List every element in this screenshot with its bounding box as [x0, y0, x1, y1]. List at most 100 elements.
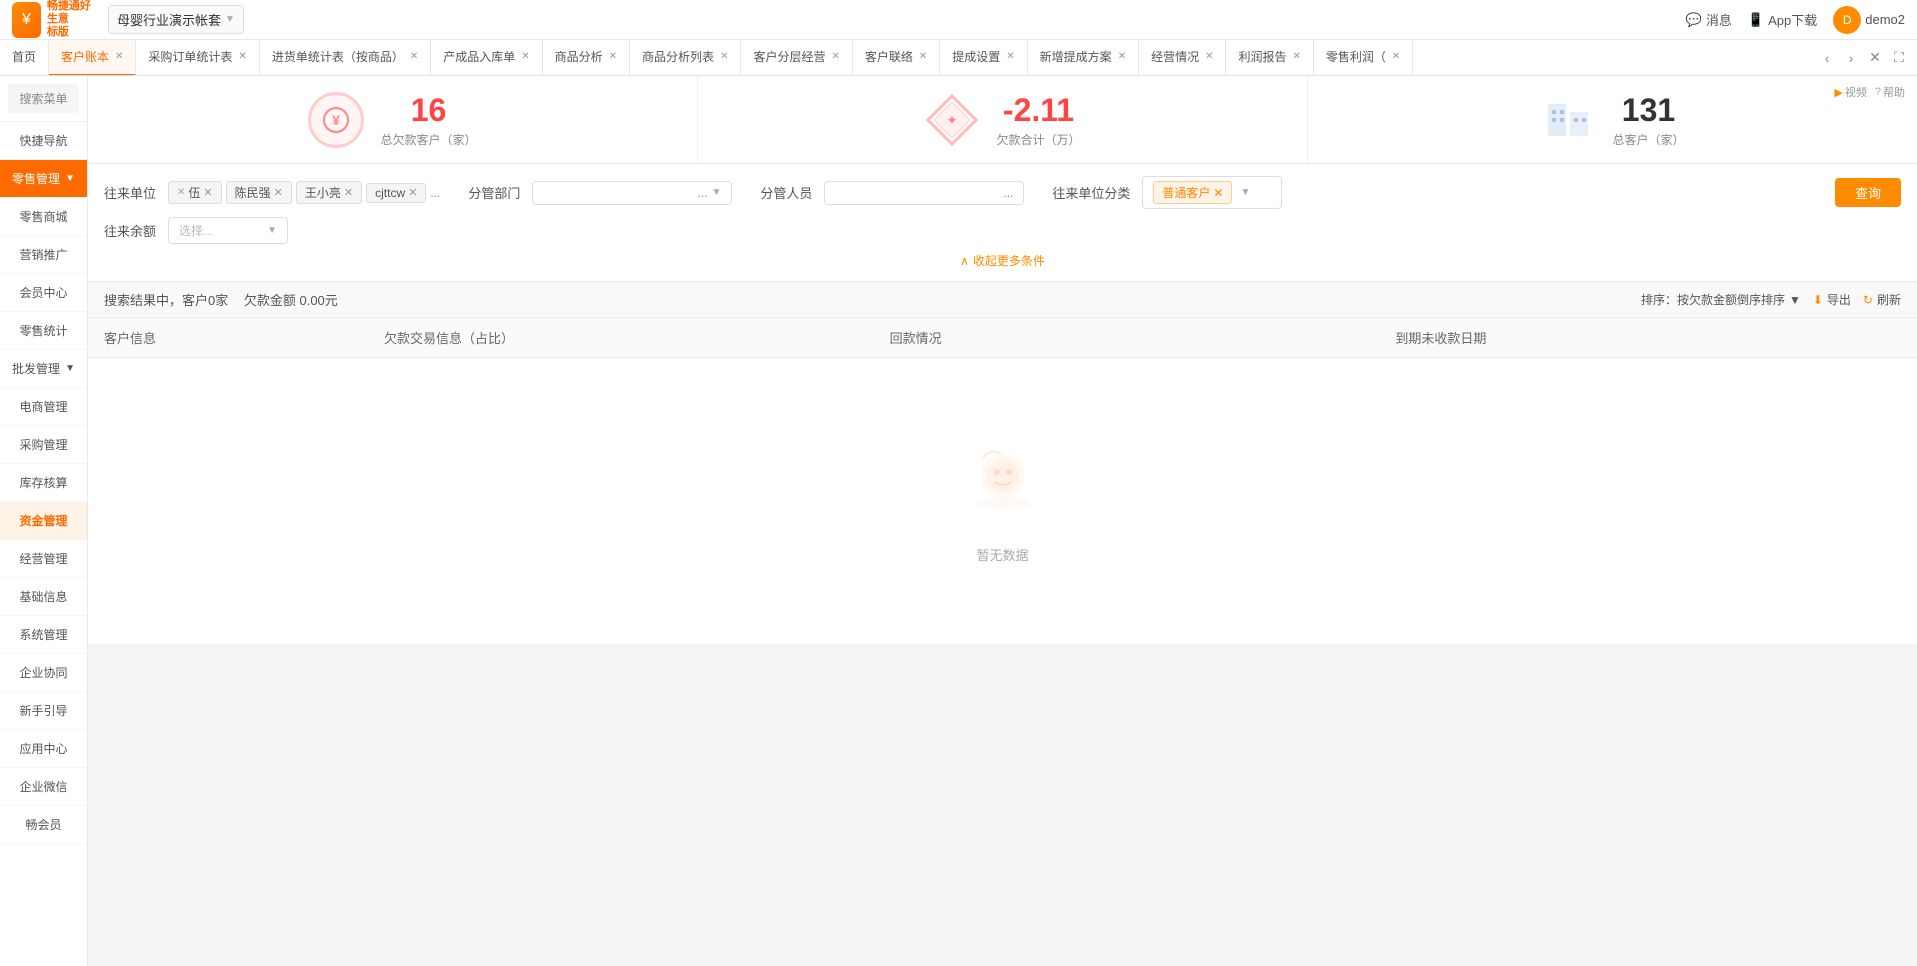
unit-category-label: 往来单位分类 — [1052, 183, 1130, 202]
total-debt-customers-label: 总欠款客户（家） — [380, 131, 476, 148]
person-select[interactable]: ... — [824, 181, 1024, 205]
store-selector[interactable]: 母婴行业演示帐套 ▼ — [108, 5, 244, 34]
refresh-button[interactable]: ↻ 刷新 — [1863, 291, 1901, 308]
sidebar-item-app-center[interactable]: 应用中心 — [0, 730, 87, 768]
tab-fullscreen[interactable]: ⛶ — [1889, 48, 1909, 68]
logo-icon: ¥ — [12, 2, 41, 38]
tab-promotion-settings[interactable]: 提成设置 ✕ — [940, 40, 1027, 76]
sidebar-item-quick-nav[interactable]: 快捷导航 — [0, 122, 87, 160]
sidebar-item-operations-mgmt[interactable]: 经营管理 — [0, 540, 87, 578]
remove-category-tag[interactable]: ✕ — [1213, 186, 1223, 200]
filter-row-2: 往来余额 选择... ▼ — [104, 217, 1901, 244]
help-link[interactable]: ? 帮助 — [1875, 84, 1905, 100]
sidebar-item-retail-mall[interactable]: 零售商城 — [0, 198, 87, 236]
empty-icon — [963, 438, 1043, 533]
sidebar-item-retail-mgmt[interactable]: 零售管理 ▼ — [0, 160, 87, 198]
tab-close-goods-analysis-list[interactable]: ✕ — [720, 51, 728, 62]
sidebar-item-wholesale-mgmt[interactable]: 批发管理 ▼ — [0, 350, 87, 388]
tab-new-promotion[interactable]: 新增提成方案 ✕ — [1028, 40, 1139, 76]
tab-retail-profit[interactable]: 零售利润（ ✕ — [1314, 40, 1413, 76]
tab-close-promotion-settings[interactable]: ✕ — [1006, 51, 1014, 62]
tab-production[interactable]: 产成品入库单 ✕ — [431, 40, 542, 76]
tab-scroll-right[interactable]: › — [1841, 48, 1861, 68]
total-debt-customers-number: 16 — [380, 92, 476, 129]
tab-goods-analysis-list[interactable]: 商品分析列表 ✕ — [630, 40, 741, 76]
sidebar-item-purchase[interactable]: 采购管理 — [0, 426, 87, 464]
remove-cjttcw-tag[interactable]: ✕ — [408, 186, 417, 199]
filter-tags-unit: ✕ 伍 ✕ 陈民强 ✕ 王小亮 ✕ cjttcw ✕ — [168, 181, 440, 204]
empty-text: 暂无数据 — [976, 545, 1028, 564]
tab-close-profit-report[interactable]: ✕ — [1293, 51, 1301, 62]
tab-customer-tier[interactable]: 客户分层经营 ✕ — [741, 40, 852, 76]
total-debt-amount-number: -2.11 — [996, 92, 1080, 129]
topbar: ¥ 畅捷通好生意 标版 母婴行业演示帐套 ▼ 💬 消息 📱 App下载 D de… — [0, 0, 1917, 40]
tab-close-customer-tier[interactable]: ✕ — [831, 51, 839, 62]
sidebar-item-ecommerce[interactable]: 电商管理 — [0, 388, 87, 426]
tab-close-goods-analysis[interactable]: ✕ — [609, 51, 617, 62]
tab-goods-analysis[interactable]: 商品分析 ✕ — [543, 40, 630, 76]
tab-close-purchase-order[interactable]: ✕ — [238, 51, 246, 62]
col-due-date: 到期未收款日期 — [1395, 328, 1901, 347]
tab-customer-contact[interactable]: 客户联络 ✕ — [853, 40, 940, 76]
chevron-down-icon: ▼ — [225, 14, 235, 25]
sidebar-item-membership[interactable]: 畅会员 — [0, 806, 87, 844]
sidebar-item-enterprise-wechat[interactable]: 企业微信 — [0, 768, 87, 806]
table-header: 客户信息 欠款交易信息（占比） 回款情况 到期未收款日期 — [88, 318, 1917, 358]
filters-area: 往来单位 ✕ 伍 ✕ 陈民强 ✕ 王小亮 ✕ — [88, 164, 1917, 282]
remove-wang-tag[interactable]: ✕ — [344, 186, 353, 199]
user-menu[interactable]: D demo2 — [1833, 6, 1905, 34]
sidebar-item-member-center[interactable]: 会员中心 — [0, 274, 87, 312]
building-icon — [1540, 92, 1596, 148]
dept-more-icon[interactable]: ... — [697, 186, 707, 200]
tab-close-customer-contact[interactable]: ✕ — [919, 51, 927, 62]
export-icon: ⬇ — [1813, 293, 1823, 307]
tab-inbound-stats[interactable]: 进货单统计表（按商品） ✕ — [260, 40, 431, 76]
tab-purchase-order[interactable]: 采购订单统计表 ✕ — [136, 40, 259, 76]
tab-close-production[interactable]: ✕ — [521, 51, 529, 62]
table-container: 客户信息 欠款交易信息（占比） 回款情况 到期未收款日期 — [88, 318, 1917, 644]
balance-placeholder: 选择... — [179, 222, 213, 239]
export-button[interactable]: ⬇ 导出 — [1813, 291, 1851, 308]
sidebar-item-retail-stats[interactable]: 零售统计 — [0, 312, 87, 350]
content-area: ¥ 16 总欠款客户（家） ✦ — [88, 76, 1917, 966]
sort-selector[interactable]: 排序：按欠款金额倒序排序 ▼ — [1641, 291, 1801, 308]
filter-more-units[interactable]: ... — [430, 186, 440, 200]
collapse-button[interactable]: ∧ 收起更多条件 — [960, 252, 1045, 269]
tab-home[interactable]: 首页 — [0, 40, 49, 76]
sidebar-item-marketing[interactable]: 营销推广 — [0, 236, 87, 274]
remove-chen-tag[interactable]: ✕ — [274, 186, 283, 199]
app-download-button[interactable]: 📱 App下载 — [1748, 10, 1817, 29]
category-chevron-icon: ▼ — [1240, 187, 1250, 198]
sidebar-item-enterprise[interactable]: 企业协同 — [0, 654, 87, 692]
tab-close-retail-profit[interactable]: ✕ — [1392, 51, 1400, 62]
tab-accounts[interactable]: 客户账本 ✕ — [49, 40, 136, 76]
tab-scroll-left[interactable]: ‹ — [1817, 48, 1837, 68]
sidebar-item-system[interactable]: 系统管理 — [0, 616, 87, 654]
filter-tag-wang: 王小亮 ✕ — [296, 181, 362, 204]
query-button[interactable]: 查询 — [1835, 178, 1901, 207]
message-button[interactable]: 💬 消息 — [1686, 10, 1732, 29]
person-more-icon[interactable]: ... — [1003, 186, 1013, 200]
video-link[interactable]: ▶ 视频 — [1834, 84, 1866, 100]
sidebar-item-basic-info[interactable]: 基础信息 — [0, 578, 87, 616]
tab-operations[interactable]: 经营情况 ✕ — [1139, 40, 1226, 76]
sidebar-item-finance[interactable]: 资金管理 — [0, 502, 87, 540]
sidebar-item-new-user[interactable]: 新手引导 — [0, 692, 87, 730]
summary-card-amount: ✦ -2.11 欠款合计（万） — [698, 76, 1308, 163]
balance-select[interactable]: 选择... ▼ — [168, 217, 288, 244]
tab-close-new-promotion[interactable]: ✕ — [1118, 51, 1126, 62]
sidebar-item-inventory[interactable]: 库存核算 — [0, 464, 87, 502]
tab-close-inbound-stats[interactable]: ✕ — [410, 51, 418, 62]
tab-close-operations[interactable]: ✕ — [1205, 51, 1213, 62]
sidebar-search-area: 搜索菜单 — [0, 76, 87, 122]
dept-select[interactable]: ... ▼ — [532, 181, 732, 205]
search-menu-button[interactable]: 搜索菜单 — [8, 84, 79, 113]
tab-close-all[interactable]: ✕ — [1865, 48, 1885, 68]
tab-profit-report[interactable]: 利润报告 ✕ — [1226, 40, 1313, 76]
unit-category-select[interactable]: 普通客户 ✕ ▼ — [1142, 176, 1282, 209]
filter-tag-cjttcw: cjttcw ✕ — [366, 183, 426, 203]
svg-text:✦: ✦ — [947, 112, 959, 128]
remove-wu-tag[interactable]: ✕ — [203, 186, 212, 199]
collapse-row: ∧ 收起更多条件 — [104, 252, 1901, 269]
tab-close-accounts[interactable]: ✕ — [115, 51, 123, 62]
